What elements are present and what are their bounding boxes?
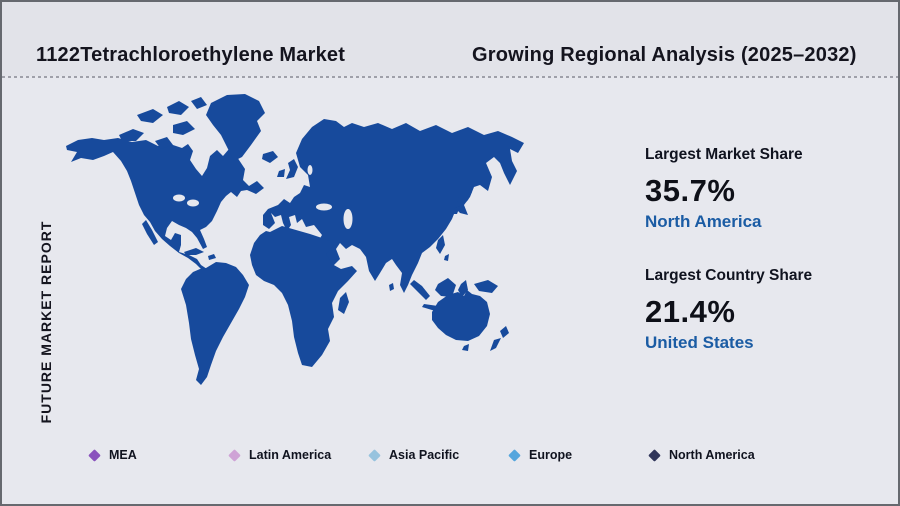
- stat-label: Largest Country Share: [645, 267, 813, 284]
- iceland: [262, 151, 278, 163]
- largest-market-share-stat: Largest Market Share 35.7% North America: [645, 146, 895, 232]
- legend-item-asia-pacific: Asia Pacific: [368, 448, 510, 462]
- map-landmasses: [66, 94, 524, 385]
- tasmania: [462, 344, 469, 351]
- diamond-marker-icon: [368, 448, 381, 462]
- brand-vertical-label: FUTURE MARKET REPORT: [38, 220, 54, 424]
- stat-label: Largest Market Share: [645, 146, 803, 163]
- caspian-sea: [343, 209, 353, 229]
- dashed-divider: [2, 76, 898, 78]
- new-guinea: [474, 280, 498, 293]
- greenland: [206, 94, 265, 161]
- world-map: [66, 94, 524, 385]
- diamond-marker-icon: [648, 448, 661, 462]
- diamond-marker-icon: [228, 448, 241, 462]
- sumatra: [410, 280, 430, 300]
- ireland: [277, 169, 285, 177]
- great-lakes: [173, 194, 185, 202]
- black-sea: [316, 203, 332, 211]
- legend-label: North America: [669, 448, 755, 462]
- great-britain: [286, 159, 298, 179]
- page-title: 1122Tetrachloroethylene Market: [36, 44, 346, 66]
- legend-item-europe: Europe: [508, 448, 650, 462]
- legend-label: Latin America: [249, 448, 332, 462]
- madagascar: [338, 292, 349, 314]
- legend-label: Europe: [529, 448, 573, 462]
- header-band: 1122Tetrachloroethylene Market Growing R…: [2, 2, 898, 76]
- legend-label: MEA: [109, 448, 137, 462]
- infographic-frame: 1122Tetrachloroethylene Market Growing R…: [0, 0, 900, 506]
- great-lakes: [187, 199, 199, 207]
- page-subtitle: Growing Regional Analysis (2025–2032): [472, 44, 857, 66]
- largest-country-share-stat: Largest Country Share 21.4% United State…: [645, 267, 895, 353]
- legend: MEA Latin America Asia Pacific Europe No…: [88, 448, 790, 462]
- sri-lanka: [389, 283, 394, 291]
- stat-value: 21.4%: [645, 294, 736, 329]
- legend-item-latin-america: Latin America: [228, 448, 370, 462]
- legend-item-north-america: North America: [648, 448, 790, 462]
- diamond-marker-icon: [88, 448, 101, 462]
- africa-landmass: [250, 226, 357, 367]
- baltic-sea: [307, 165, 313, 175]
- legend-label: Asia Pacific: [389, 448, 460, 462]
- diamond-marker-icon: [508, 448, 521, 462]
- stat-region: North America: [645, 212, 762, 231]
- stat-value: 35.7%: [645, 173, 736, 208]
- south-america-landmass: [181, 262, 249, 385]
- legend-item-mea: MEA: [88, 448, 230, 462]
- arctic-islands: [119, 97, 207, 149]
- stat-region: United States: [645, 333, 754, 352]
- australia: [432, 290, 490, 341]
- new-zealand: [490, 326, 509, 351]
